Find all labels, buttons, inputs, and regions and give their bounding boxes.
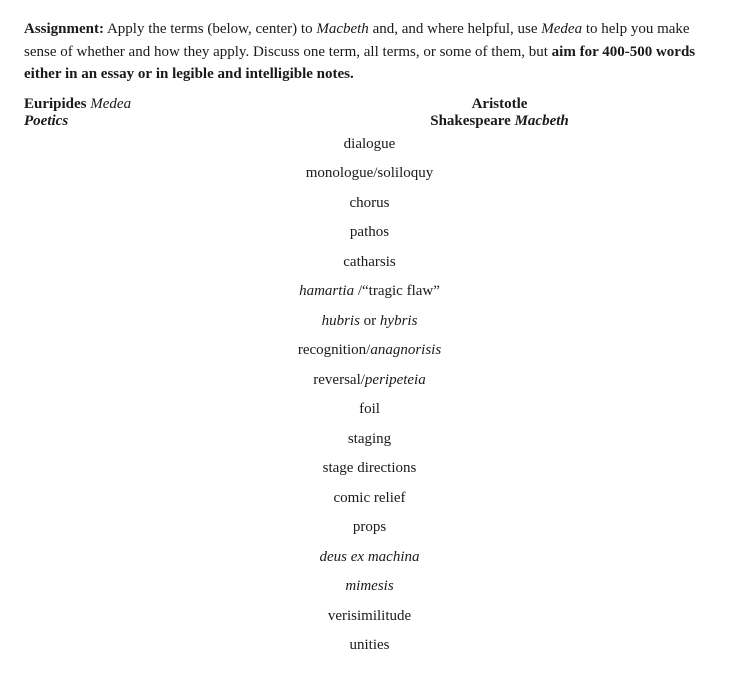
term-hamartia: hamartia /“tragic flaw” [24,279,715,305]
term-staging: staging [24,427,715,453]
term-foil: foil [24,397,715,423]
terms-list: dialogue monologue/soliloquy chorus path… [24,132,715,659]
right-heading-aristotle: Aristotle [284,96,715,113]
term-dialogue: dialogue [24,132,715,158]
term-comic-relief: comic relief [24,486,715,512]
left-heading-euripides: Euripides Medea [24,96,284,113]
term-recognition: recognition/anagnorisis [24,338,715,364]
term-catharsis: catharsis [24,250,715,276]
left-heading-poetics: Poetics [24,113,284,130]
term-chorus: chorus [24,191,715,217]
assignment-block: Assignment: Apply the terms (below, cent… [24,18,715,86]
term-mimesis: mimesis [24,574,715,600]
assignment-intro: Assignment: Apply the terms (below, cent… [24,18,715,86]
right-heading-shakespeare: Shakespeare Macbeth [284,113,715,130]
term-deus-ex-machina: deus ex machina [24,545,715,571]
term-unities: unities [24,633,715,659]
left-column: Euripides Medea Poetics [24,96,284,130]
term-monologue: monologue/soliloquy [24,161,715,187]
term-hubris: hubris or hybris [24,309,715,335]
header-row: Euripides Medea Poetics Aristotle Shakes… [24,96,715,130]
right-column: Aristotle Shakespeare Macbeth [284,96,715,130]
term-stage-directions: stage directions [24,456,715,482]
term-verisimilitude: verisimilitude [24,604,715,630]
term-pathos: pathos [24,220,715,246]
term-props: props [24,515,715,541]
term-reversal: reversal/peripeteia [24,368,715,394]
